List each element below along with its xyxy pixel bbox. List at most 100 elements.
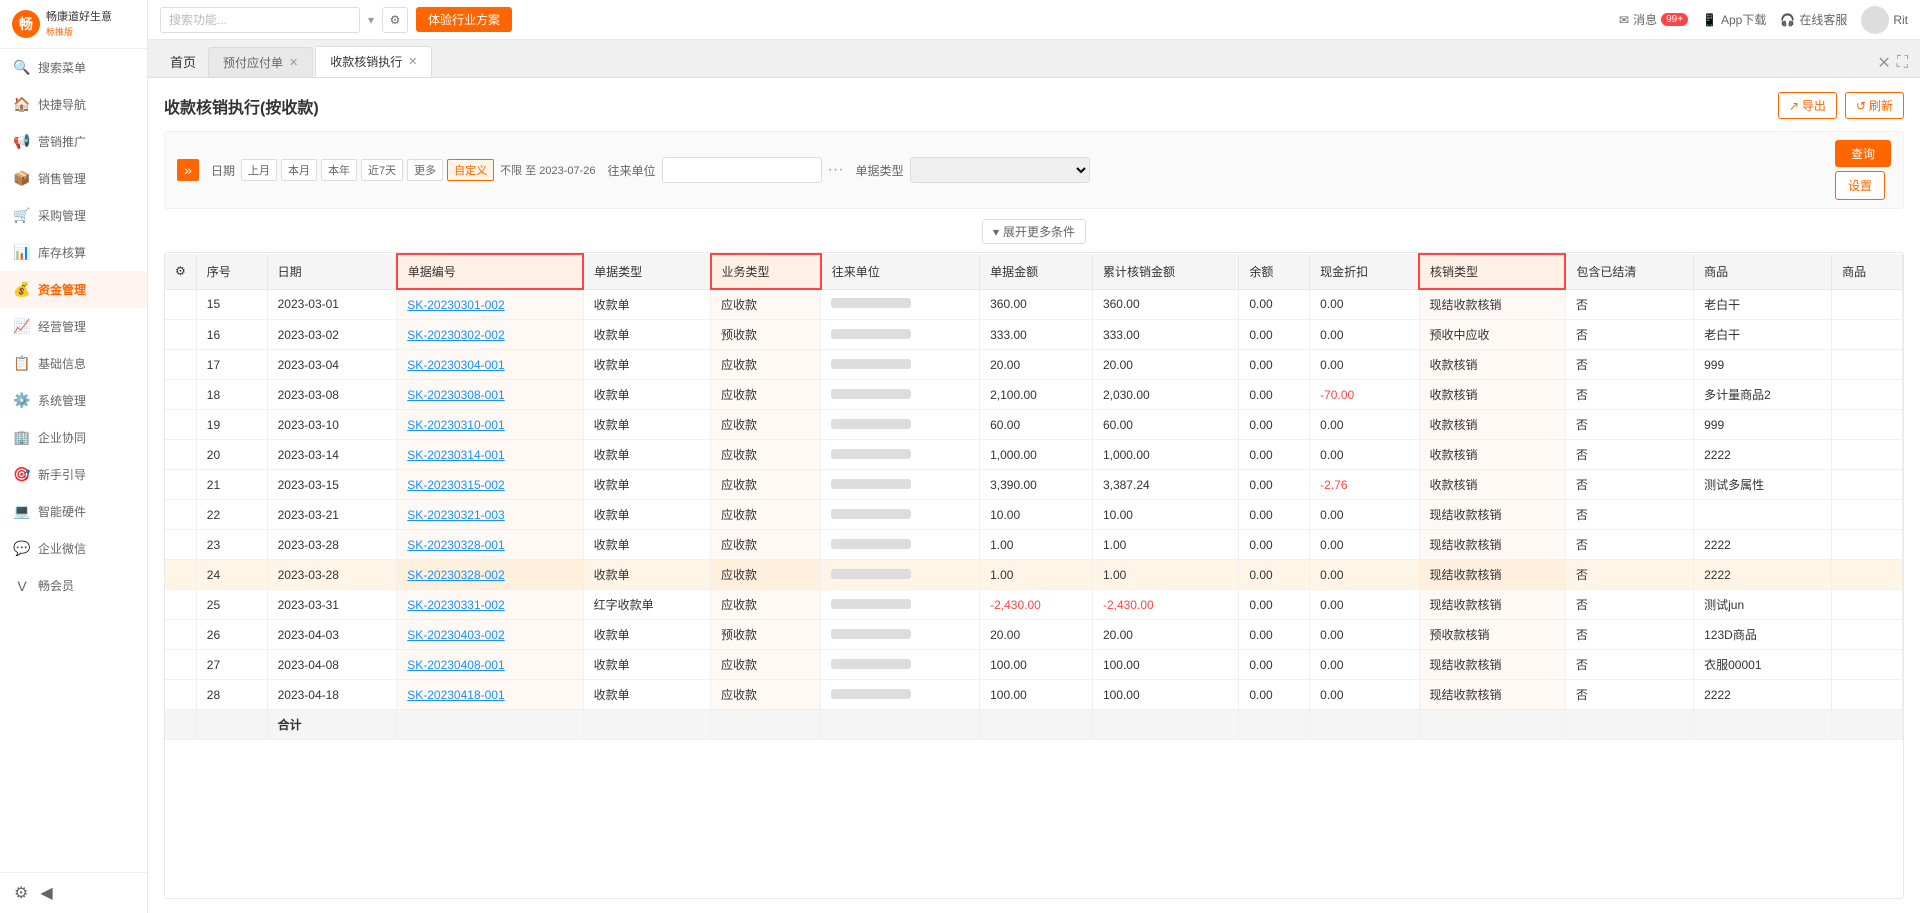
app-download-button[interactable]: 📱 App下载 xyxy=(1702,11,1766,28)
sidebar-item-system[interactable]: ⚙️ 系统管理 xyxy=(0,382,147,419)
search-input[interactable] xyxy=(160,7,360,33)
td-gear xyxy=(165,470,196,500)
td-customer xyxy=(821,470,980,500)
date-btn-more[interactable]: 更多 xyxy=(407,159,443,181)
purchase-icon: 🛒 xyxy=(14,208,30,224)
date-btn-7days[interactable]: 近7天 xyxy=(361,159,403,181)
tab-close-all-icon[interactable]: ✕ xyxy=(1877,53,1890,73)
tab-collection[interactable]: 收款核销执行 ✕ xyxy=(315,46,432,77)
sidebar-item-label: 企业微信 xyxy=(38,540,86,557)
td-cum-amount: -2,430.00 xyxy=(1092,590,1238,620)
tab-prepay-close[interactable]: ✕ xyxy=(289,56,298,69)
messages-button[interactable]: ✉ 消息 99+ xyxy=(1619,11,1688,28)
topbar-gear-button[interactable]: ⚙ xyxy=(382,7,408,33)
export-button[interactable]: ↗ 导出 xyxy=(1778,92,1837,119)
td-no: 22 xyxy=(196,500,267,530)
td-bill-type: 收款单 xyxy=(583,410,710,440)
td-cum-amount: 20.00 xyxy=(1092,620,1238,650)
sidebar-item-hardware[interactable]: 💻 智能硬件 xyxy=(0,493,147,530)
td-amount: 3,390.00 xyxy=(980,470,1093,500)
td-bill-no[interactable]: SK-20230315-002 xyxy=(397,470,583,500)
settings-icon[interactable]: ⚙ xyxy=(14,883,28,903)
date-btn-last-month[interactable]: 上月 xyxy=(241,159,277,181)
td-bill-no[interactable]: SK-20230304-001 xyxy=(397,350,583,380)
td-cancel-type: 现结收款核销 xyxy=(1419,680,1565,710)
sidebar-item-corp[interactable]: 🏢 企业协同 xyxy=(0,419,147,456)
user-profile[interactable]: Rit xyxy=(1861,6,1908,34)
sidebar-item-inventory[interactable]: 📊 库存核算 xyxy=(0,234,147,271)
query-button[interactable]: 查询 xyxy=(1835,140,1891,167)
td-product2 xyxy=(1832,500,1903,530)
td-cancel-type: 现结收款核销 xyxy=(1419,650,1565,680)
topbar: ▾ ⚙ 体验行业方案 ✉ 消息 99+ 📱 App下载 🎧 在线客服 Rit xyxy=(148,0,1920,40)
expand-conditions-button[interactable]: ▾ 展开更多条件 xyxy=(982,219,1086,244)
td-product: 2222 xyxy=(1694,530,1832,560)
system-icon: ⚙️ xyxy=(14,393,30,409)
date-btn-custom[interactable]: 自定义 xyxy=(447,159,494,181)
filter-toggle-button[interactable]: » xyxy=(177,159,199,181)
td-product2 xyxy=(1832,440,1903,470)
td-cash-discount: 0.00 xyxy=(1310,440,1419,470)
td-bill-no[interactable]: SK-20230310-001 xyxy=(397,410,583,440)
td-bill-no[interactable]: SK-20230302-002 xyxy=(397,320,583,350)
td-bill-type: 收款单 xyxy=(583,530,710,560)
td-product2 xyxy=(1832,320,1903,350)
td-bill-no[interactable]: SK-20230321-003 xyxy=(397,500,583,530)
online-service-button[interactable]: 🎧 在线客服 xyxy=(1780,11,1847,28)
corp-icon: 🏢 xyxy=(14,430,30,446)
table-row: 202023-03-14SK-20230314-001收款单应收款1,000.0… xyxy=(165,440,1903,470)
th-no: 序号 xyxy=(196,254,267,289)
td-cash-discount: 0.00 xyxy=(1310,680,1419,710)
td-bill-no[interactable]: SK-20230418-001 xyxy=(397,680,583,710)
sidebar-item-marketing[interactable]: 📢 营销推广 xyxy=(0,123,147,160)
td-customer xyxy=(821,620,980,650)
sidebar-item-member[interactable]: V 畅会员 xyxy=(0,567,147,604)
tab-home[interactable]: 首页 xyxy=(160,46,206,77)
sidebar-item-operation[interactable]: 📈 经营管理 xyxy=(0,308,147,345)
industry-solution-button[interactable]: 体验行业方案 xyxy=(416,7,512,32)
sidebar-item-wechat[interactable]: 💬 企业微信 xyxy=(0,530,147,567)
tab-prepay[interactable]: 预付应付单 ✕ xyxy=(208,47,313,77)
td-bill-no[interactable]: SK-20230328-001 xyxy=(397,530,583,560)
messages-badge: 99+ xyxy=(1661,13,1688,26)
collapse-icon[interactable]: ◀ xyxy=(40,883,52,903)
td-bill-no[interactable]: SK-20230301-002 xyxy=(397,289,583,320)
date-btn-this-year[interactable]: 本年 xyxy=(321,159,357,181)
td-cancel-type: 现结收款核销 xyxy=(1419,500,1565,530)
topbar-chevron-icon[interactable]: ▾ xyxy=(368,13,374,27)
td-balance: 0.00 xyxy=(1239,289,1310,320)
tab-expand-icon[interactable]: ⛶ xyxy=(1897,54,1908,72)
td-product2 xyxy=(1832,560,1903,590)
tab-collection-close[interactable]: ✕ xyxy=(408,55,417,68)
td-bill-no[interactable]: SK-20230331-002 xyxy=(397,590,583,620)
setting-button[interactable]: 设置 xyxy=(1835,171,1885,200)
guide-icon: 🎯 xyxy=(14,467,30,483)
sidebar-item-basic[interactable]: 📋 基础信息 xyxy=(0,345,147,382)
voucher-type-select[interactable] xyxy=(910,157,1090,183)
table-row: 222023-03-21SK-20230321-003收款单应收款10.0010… xyxy=(165,500,1903,530)
wechat-icon: 💬 xyxy=(14,541,30,557)
sidebar-item-guide[interactable]: 🎯 新手引导 xyxy=(0,456,147,493)
th-gear[interactable]: ⚙ xyxy=(165,254,196,289)
td-bill-no[interactable]: SK-20230403-002 xyxy=(397,620,583,650)
td-bill-no[interactable]: SK-20230308-001 xyxy=(397,380,583,410)
th-bill-type: 单据类型 xyxy=(583,254,710,289)
td-date: 2023-03-28 xyxy=(267,560,397,590)
sidebar-item-search[interactable]: 🔍 搜索菜单 xyxy=(0,49,147,86)
sidebar-item-sales[interactable]: 📦 销售管理 xyxy=(0,160,147,197)
sidebar-item-finance[interactable]: 💰 资金管理 xyxy=(0,271,147,308)
customer-input[interactable] xyxy=(662,157,822,183)
td-no: 20 xyxy=(196,440,267,470)
date-btn-this-month[interactable]: 本月 xyxy=(281,159,317,181)
td-date: 2023-03-04 xyxy=(267,350,397,380)
td-bill-type: 收款单 xyxy=(583,380,710,410)
refresh-button[interactable]: ↺ 刷新 xyxy=(1845,92,1904,119)
td-bill-no[interactable]: SK-20230328-002 xyxy=(397,560,583,590)
td-bill-no[interactable]: SK-20230408-001 xyxy=(397,650,583,680)
app-download-label: App下载 xyxy=(1721,11,1766,28)
sidebar-item-quicknav[interactable]: 🏠 快捷导航 xyxy=(0,86,147,123)
td-product: 999 xyxy=(1694,350,1832,380)
td-bill-no[interactable]: SK-20230314-001 xyxy=(397,440,583,470)
th-balance: 余额 xyxy=(1239,254,1310,289)
sidebar-item-purchase[interactable]: 🛒 采购管理 xyxy=(0,197,147,234)
